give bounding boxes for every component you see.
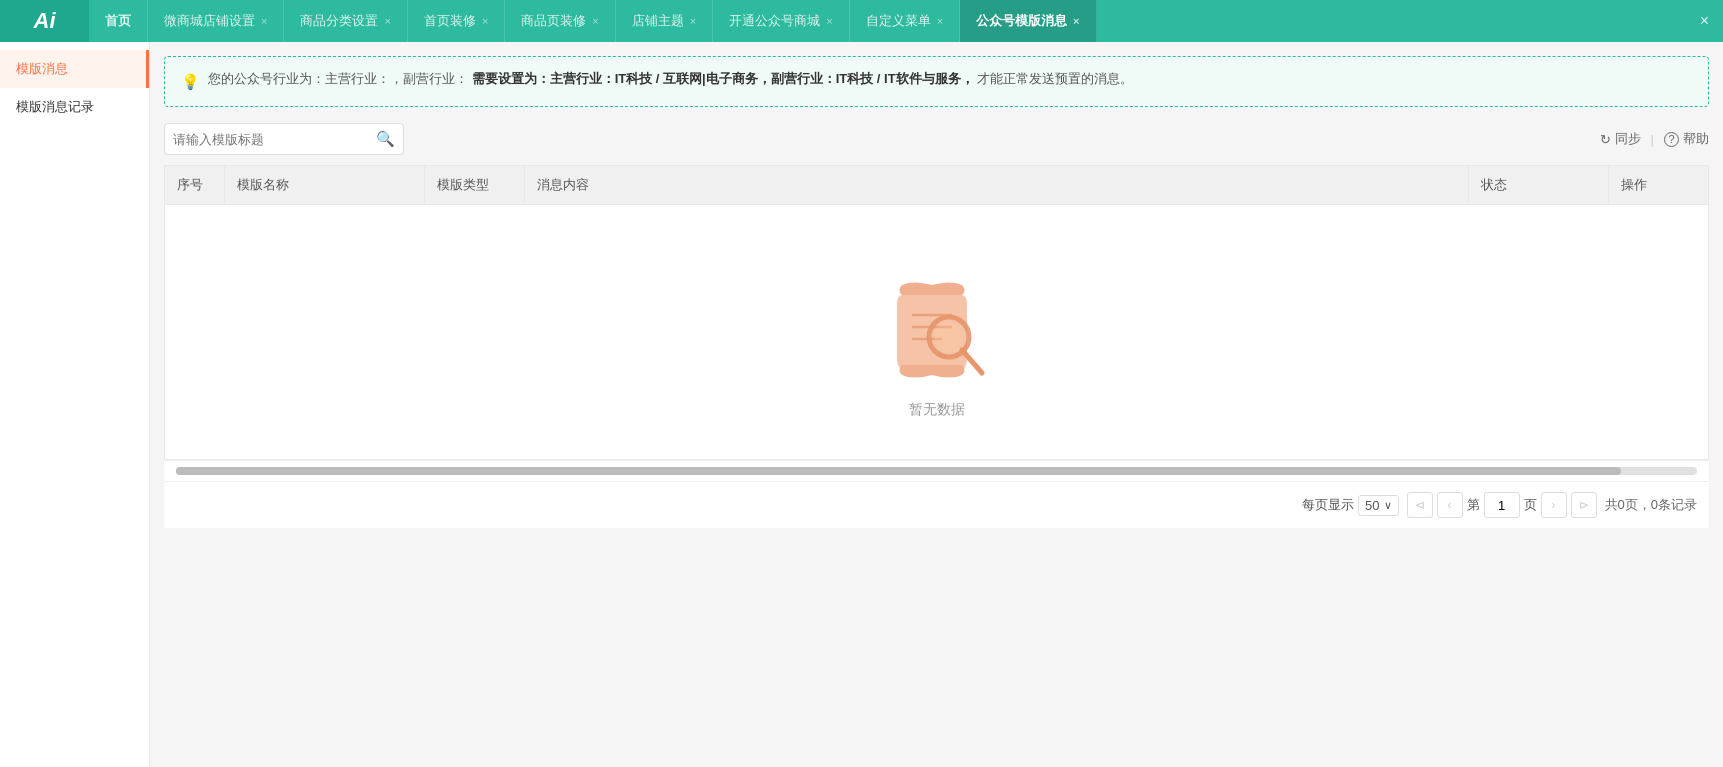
notice-box: 💡 您的公众号行业为：主营行业：，副营行业： 需要设置为：主营行业：IT科技 /… [164, 56, 1709, 107]
nav-tab-openstore-label: 开通公众号商城 [729, 12, 820, 30]
toolbar-divider: | [1651, 132, 1654, 147]
nav-tab-category-label: 商品分类设置 [300, 12, 378, 30]
notice-highlight: 需要设置为：主营行业：IT科技 / 互联网|电子商务，副营行业：IT科技 / I… [472, 71, 974, 86]
nav-tab-productpage-close[interactable]: × [592, 15, 598, 27]
page-label-before: 第 [1467, 496, 1480, 514]
page-label-after: 页 [1524, 496, 1537, 514]
sidebar-item-template-msg-log[interactable]: 模版消息记录 [0, 88, 149, 126]
page-size-label: 每页显示 [1302, 496, 1354, 514]
nav-tab-theme-close[interactable]: × [690, 15, 696, 27]
nav-tab-weishop[interactable]: 微商城店铺设置 × [148, 0, 284, 42]
page-size-value: 50 [1365, 498, 1379, 513]
help-button[interactable]: ? 帮助 [1664, 130, 1709, 148]
content-area: 💡 您的公众号行业为：主营行业：，副营行业： 需要设置为：主营行业：IT科技 /… [150, 42, 1723, 767]
sync-label: 同步 [1615, 130, 1641, 148]
nav-tab-theme[interactable]: 店铺主题 × [616, 0, 713, 42]
last-page-icon: ⊳ [1579, 498, 1589, 512]
page-total-info: 共0页，0条记录 [1605, 496, 1697, 514]
horizontal-scrollbar[interactable] [164, 460, 1709, 481]
nav-tab-templatemsg[interactable]: 公众号模版消息 × [960, 0, 1096, 42]
search-button[interactable]: 🔍 [376, 130, 395, 148]
prev-page-icon: ‹ [1448, 498, 1452, 512]
table-header-row: 序号 模版名称 模版类型 消息内容 状态 [165, 166, 1709, 205]
scrollbar-thumb[interactable] [176, 467, 1621, 475]
page-size-dropdown[interactable]: 50 ∨ [1358, 495, 1398, 516]
logo-text: Ai [34, 8, 56, 34]
next-page-button[interactable]: › [1541, 492, 1567, 518]
top-navigation: Ai 首页 微商城店铺设置 × 商品分类设置 × 首页装修 × 商品页装修 × … [0, 0, 1723, 42]
nav-tab-templatemsg-close[interactable]: × [1073, 15, 1079, 27]
next-page-icon: › [1552, 498, 1556, 512]
notice-icon: 💡 [181, 70, 200, 94]
nav-tab-homepage[interactable]: 首页装修 × [408, 0, 505, 42]
empty-text: 暂无数据 [909, 401, 965, 419]
help-label: 帮助 [1683, 130, 1709, 148]
scrollbar-track [176, 467, 1697, 475]
col-header-content: 消息内容 [525, 166, 1469, 205]
col-header-type: 模版类型 [425, 166, 525, 205]
empty-svg-icon [877, 265, 997, 385]
col-header-status: 状态 [1469, 166, 1609, 205]
close-all-button[interactable]: × [1686, 12, 1723, 30]
sync-button[interactable]: ↻ 同步 [1600, 130, 1641, 148]
data-table: 序号 模版名称 模版类型 消息内容 状态 [164, 165, 1709, 460]
nav-tab-home[interactable]: 首页 [89, 0, 148, 42]
nav-tab-homepage-label: 首页装修 [424, 12, 476, 30]
nav-tab-productpage-label: 商品页装修 [521, 12, 586, 30]
toolbar-right: ↻ 同步 | ? 帮助 [1600, 130, 1709, 148]
first-page-button[interactable]: ⊲ [1407, 492, 1433, 518]
nav-tab-weishop-close[interactable]: × [261, 15, 267, 27]
prev-page-button[interactable]: ‹ [1437, 492, 1463, 518]
table-empty-row: 暂无数据 [165, 205, 1709, 460]
page-size-selector: 每页显示 50 ∨ [1302, 495, 1398, 516]
sidebar-item-template-msg[interactable]: 模版消息 [0, 50, 149, 88]
notice-text: 您的公众号行业为：主营行业：，副营行业： 需要设置为：主营行业：IT科技 / 互… [208, 69, 1133, 90]
current-page-input[interactable] [1484, 492, 1520, 518]
first-page-icon: ⊲ [1415, 498, 1425, 512]
nav-tab-openstore-close[interactable]: × [826, 15, 832, 27]
search-input[interactable] [173, 132, 372, 147]
nav-tab-openstore[interactable]: 开通公众号商城 × [713, 0, 849, 42]
nav-tab-weishop-label: 微商城店铺设置 [164, 12, 255, 30]
logo: Ai [0, 0, 89, 42]
nav-tab-custommenu-close[interactable]: × [937, 15, 943, 27]
main-layout: 模版消息 模版消息记录 💡 您的公众号行业为：主营行业：，副营行业： 需要设置为… [0, 42, 1723, 767]
nav-tab-category[interactable]: 商品分类设置 × [284, 0, 407, 42]
col-header-action: 操作 [1609, 166, 1709, 205]
nav-tab-templatemsg-label: 公众号模版消息 [976, 12, 1067, 30]
page-navigation: ⊲ ‹ 第 页 › ⊳ [1407, 492, 1597, 518]
last-page-button[interactable]: ⊳ [1571, 492, 1597, 518]
nav-tab-home-label: 首页 [105, 12, 131, 30]
search-input-wrap: 🔍 [164, 123, 404, 155]
col-header-name: 模版名称 [225, 166, 425, 205]
empty-illustration [877, 265, 997, 385]
data-table-container: 序号 模版名称 模版类型 消息内容 状态 [164, 165, 1709, 528]
table-body: 暂无数据 [165, 205, 1709, 460]
nav-tab-custommenu-label: 自定义菜单 [866, 12, 931, 30]
nav-tab-homepage-close[interactable]: × [482, 15, 488, 27]
svg-point-6 [934, 322, 964, 352]
empty-state: 暂无数据 [165, 205, 1708, 459]
notice-suffix: 才能正常发送预置的消息。 [977, 71, 1133, 86]
col-header-index: 序号 [165, 166, 225, 205]
nav-tab-custommenu[interactable]: 自定义菜单 × [850, 0, 960, 42]
nav-tab-theme-label: 店铺主题 [632, 12, 684, 30]
sidebar: 模版消息 模版消息记录 [0, 42, 150, 767]
chevron-down-icon: ∨ [1384, 499, 1392, 512]
sync-icon: ↻ [1600, 132, 1611, 147]
search-bar: 🔍 ↻ 同步 | ? 帮助 [164, 123, 1709, 155]
help-icon: ? [1664, 132, 1679, 147]
nav-tab-category-close[interactable]: × [384, 15, 390, 27]
pagination: 每页显示 50 ∨ ⊲ ‹ 第 页 [164, 481, 1709, 528]
notice-prefix: 您的公众号行业为：主营行业：，副营行业： [208, 71, 468, 86]
nav-tab-productpage[interactable]: 商品页装修 × [505, 0, 615, 42]
